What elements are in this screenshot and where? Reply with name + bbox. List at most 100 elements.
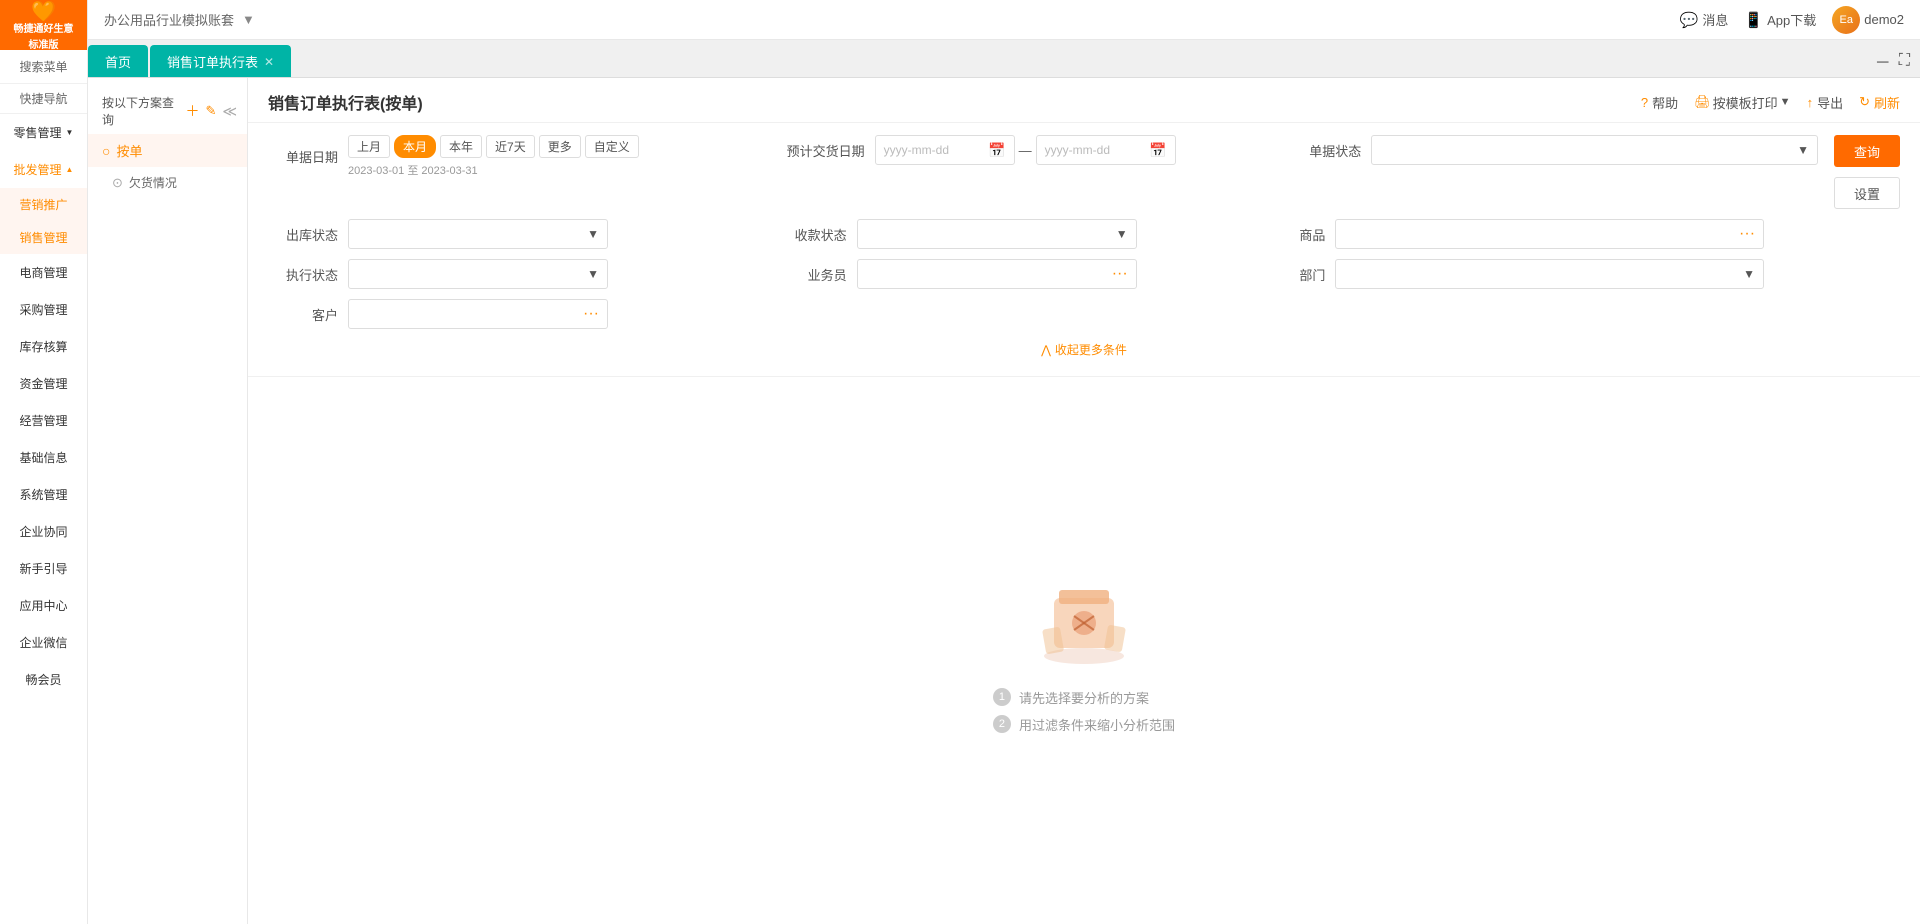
date-to-input[interactable]: yyyy-mm-dd 📅	[1036, 135, 1176, 165]
sidebar-item-retail[interactable]: 零售管理	[0, 114, 87, 151]
tab-home-label: 首页	[105, 52, 131, 71]
goods-more-icon[interactable]: ···	[1739, 225, 1755, 243]
collapse-btn[interactable]: ⋀ 收起更多条件	[268, 335, 1900, 364]
tab-home[interactable]: 首页	[88, 45, 148, 77]
tag-last-month[interactable]: 上月	[348, 135, 390, 158]
tag-custom[interactable]: 自定义	[585, 135, 639, 158]
date-separator: —	[1019, 143, 1032, 158]
sidebar-item-label: 零售管理	[14, 124, 62, 141]
message-btn[interactable]: 💬 消息	[1680, 10, 1729, 29]
date-from-input[interactable]: yyyy-mm-dd 📅	[875, 135, 1015, 165]
collapse-icon: ⋀	[1041, 343, 1051, 357]
message-icon: 💬	[1680, 11, 1699, 29]
sidebar-item-label: 库存核算	[19, 338, 67, 355]
topbar: 办公用品行业模拟账套 ▼ 💬 消息 📱 App下载 Ea demo2	[88, 0, 1920, 40]
salesman-input[interactable]: ···	[857, 259, 1137, 289]
sidebar-item-enterprise[interactable]: 企业协同	[0, 513, 87, 550]
left-panel: 按以下方案查询 ＋ ✎ ≪ ○ 按单 ⊙ 欠货情况	[88, 78, 248, 924]
date-label: 单据日期	[268, 147, 348, 166]
exec-status-select[interactable]: ▼	[348, 259, 608, 289]
left-panel-item-label: 欠货情况	[129, 174, 177, 191]
sidebar-item-marketing[interactable]: 营销推广	[0, 188, 87, 221]
sidebar-item-system[interactable]: 系统管理	[0, 476, 87, 513]
sidebar-item-purchase[interactable]: 采购管理	[0, 291, 87, 328]
collapse-panel-icon[interactable]: ≪	[222, 103, 237, 120]
calendar-from-icon[interactable]: 📅	[988, 142, 1005, 159]
tab-maximize-icon[interactable]: ⛶	[1899, 52, 1910, 70]
empty-tip-2: 2 用过滤条件来缩小分析范围	[993, 715, 1175, 734]
page-header: 销售订单执行表(按单) ? 帮助 🖨 按模板打印 ▼ ↑ 导出	[248, 78, 1920, 123]
app-download-label: App下载	[1767, 10, 1816, 29]
tab-sales-exec[interactable]: 销售订单执行表 ✕	[150, 45, 291, 77]
message-label: 消息	[1702, 10, 1728, 29]
add-scheme-icon[interactable]: ＋	[185, 101, 199, 121]
calendar-to-icon[interactable]: 📅	[1149, 142, 1166, 159]
refresh-icon: ↻	[1859, 94, 1870, 110]
module-name: 办公用品行业模拟账套	[104, 10, 234, 29]
tag-last-7[interactable]: 近7天	[486, 135, 535, 158]
sidebar-item-finance[interactable]: 资金管理	[0, 365, 87, 402]
sidebar-item-ecommerce[interactable]: 电商管理	[0, 254, 87, 291]
user-menu[interactable]: Ea demo2	[1832, 6, 1904, 34]
outbound-select[interactable]: ▼	[348, 219, 608, 249]
tip-num-2: 2	[993, 715, 1011, 733]
doc-status-select[interactable]: ▼	[1371, 135, 1818, 165]
sidebar-item-label: 资金管理	[19, 375, 67, 392]
tab-close-icon[interactable]: ✕	[264, 55, 274, 69]
sidebar-item-member[interactable]: 畅会员	[0, 661, 87, 698]
filter-area: 单据日期 上月 本月 本年 近7天 更多 自定义 2023-03-01 至 20…	[248, 123, 1920, 377]
sidebar-item-label: 畅会员	[25, 671, 61, 688]
sidebar-item-newbie[interactable]: 新手引导	[0, 550, 87, 587]
topbar-module: 办公用品行业模拟账套 ▼	[104, 10, 255, 29]
logo-icon: 🧡	[31, 0, 56, 24]
collapse-label: 收起更多条件	[1055, 341, 1127, 358]
left-panel-item-label: 按单	[116, 141, 142, 160]
dept-select[interactable]: ▼	[1335, 259, 1764, 289]
edit-scheme-icon[interactable]: ✎	[205, 103, 216, 119]
topbar-right: 💬 消息 📱 App下载 Ea demo2	[1680, 6, 1904, 34]
logo-text: 畅捷通好生意	[14, 24, 74, 36]
left-panel-item-debt[interactable]: ⊙ 欠货情况	[88, 167, 247, 198]
settings-button[interactable]: 设置	[1834, 177, 1900, 209]
print-dropdown-icon[interactable]: ▼	[1780, 96, 1791, 108]
page-title: 销售订单执行表(按单)	[268, 90, 423, 114]
sidebar-item-label: 营销推广	[19, 198, 67, 212]
app-download-btn[interactable]: 📱 App下载	[1744, 10, 1816, 29]
left-panel-item-press[interactable]: ○ 按单	[88, 134, 247, 167]
sidebar-item-label: 企业协同	[19, 523, 67, 540]
help-btn[interactable]: ? 帮助	[1641, 93, 1678, 112]
tag-more[interactable]: 更多	[539, 135, 581, 158]
goods-input[interactable]: ···	[1335, 219, 1764, 249]
sidebar-item-basic[interactable]: 基础信息	[0, 439, 87, 476]
salesman-more-icon[interactable]: ···	[1112, 265, 1128, 283]
tab-minimize-icon[interactable]: －	[1875, 49, 1891, 73]
dept-dropdown-icon: ▼	[1743, 267, 1755, 281]
dropdown-icon[interactable]: ▼	[242, 12, 255, 27]
tip-text-1: 请先选择要分析的方案	[1019, 688, 1149, 707]
sidebar-item-operation[interactable]: 经营管理	[0, 402, 87, 439]
tag-this-year[interactable]: 本年	[440, 135, 482, 158]
page-header-actions: ? 帮助 🖨 按模板打印 ▼ ↑ 导出 ↻ 刷新	[1641, 93, 1900, 112]
customer-more-icon[interactable]: ···	[583, 305, 599, 323]
sidebar-item-sales[interactable]: 销售管理	[0, 221, 87, 254]
sidebar-item-wechat[interactable]: 企业微信	[0, 624, 87, 661]
payment-select[interactable]: ▼	[857, 219, 1137, 249]
sidebar-nav[interactable]: 快捷导航	[0, 84, 87, 114]
export-btn[interactable]: ↑ 导出	[1807, 93, 1844, 112]
sidebar-item-appstore[interactable]: 应用中心	[0, 587, 87, 624]
logo-sub: 标准版	[29, 36, 59, 51]
app-icon: 📱	[1744, 11, 1763, 29]
sidebar-item-inventory[interactable]: 库存核算	[0, 328, 87, 365]
outbound-label: 出库状态	[268, 225, 348, 244]
date-from-placeholder: yyyy-mm-dd	[884, 143, 949, 157]
exec-status-label: 执行状态	[268, 265, 348, 284]
sidebar-search[interactable]: 搜索菜单	[0, 50, 87, 84]
query-button[interactable]: 查询	[1834, 135, 1900, 167]
refresh-btn[interactable]: ↻ 刷新	[1859, 93, 1900, 112]
sidebar-item-wholesale[interactable]: 批发管理	[0, 151, 87, 188]
sidebar-item-label: 批发管理	[14, 161, 62, 178]
print-btn[interactable]: 🖨 按模板打印 ▼	[1694, 93, 1790, 112]
page-content: 按以下方案查询 ＋ ✎ ≪ ○ 按单 ⊙ 欠货情况 销售订单执行表(按单)	[88, 78, 1920, 924]
customer-input[interactable]: ···	[348, 299, 608, 329]
tag-current-month[interactable]: 本月	[394, 135, 436, 158]
